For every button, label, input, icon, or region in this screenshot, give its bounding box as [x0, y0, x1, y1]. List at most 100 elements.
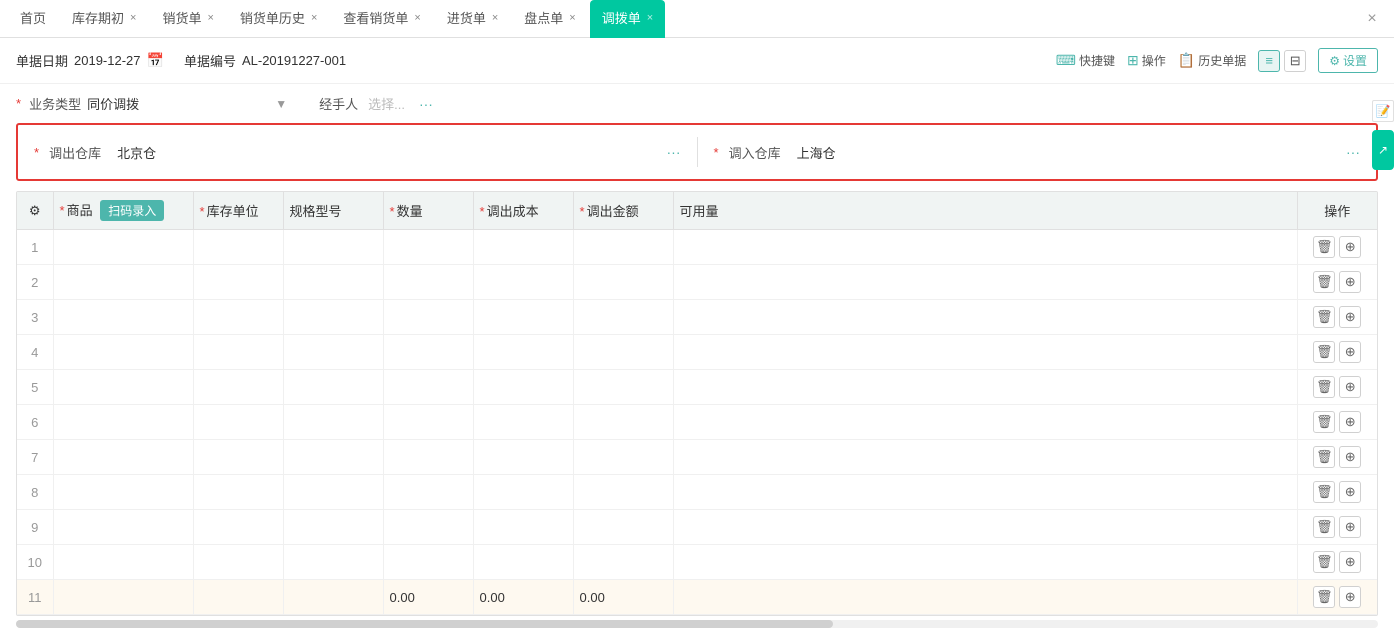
row-delete-btn-4[interactable]: 🗑 [1313, 341, 1335, 363]
row-copy-btn-2[interactable]: ⊕ [1339, 271, 1361, 293]
shortcuts-btn[interactable]: ⌨ 快捷键 [1056, 52, 1115, 69]
person-select[interactable]: 选择... [368, 94, 405, 113]
row-available-5[interactable] [673, 370, 1297, 405]
business-type-select[interactable]: 同价调拨 ▼ [87, 94, 287, 113]
row-copy-btn-8[interactable]: ⊕ [1339, 481, 1361, 503]
subtotal-delete-btn[interactable]: 🗑 [1313, 586, 1335, 608]
row-goods-1[interactable] [53, 230, 193, 265]
tab-sales-order[interactable]: 销货单 × [150, 0, 225, 38]
row-goods-4[interactable] [53, 335, 193, 370]
row-cost-4[interactable] [473, 335, 573, 370]
row-copy-btn-9[interactable]: ⊕ [1339, 516, 1361, 538]
tab-stocktake[interactable]: 盘点单 × [512, 0, 587, 38]
row-available-3[interactable] [673, 300, 1297, 335]
row-delete-btn-5[interactable]: 🗑 [1313, 376, 1335, 398]
row-unit-3[interactable] [193, 300, 283, 335]
row-copy-btn-1[interactable]: ⊕ [1339, 236, 1361, 258]
row-amount-2[interactable] [573, 265, 673, 300]
row-delete-btn-1[interactable]: 🗑 [1313, 236, 1335, 258]
row-delete-btn-9[interactable]: 🗑 [1313, 516, 1335, 538]
tab-transfer-close[interactable]: × [647, 12, 653, 24]
tab-view-sales-close[interactable]: × [414, 12, 420, 24]
row-cost-10[interactable] [473, 545, 573, 580]
row-delete-btn-3[interactable]: 🗑 [1313, 306, 1335, 328]
row-qty-6[interactable] [383, 405, 473, 440]
row-qty-8[interactable] [383, 475, 473, 510]
business-type-dropdown-icon[interactable]: ▼ [275, 97, 287, 111]
row-amount-6[interactable] [573, 405, 673, 440]
row-copy-btn-3[interactable]: ⊕ [1339, 306, 1361, 328]
row-spec-3[interactable] [283, 300, 383, 335]
row-available-8[interactable] [673, 475, 1297, 510]
tab-purchase-order[interactable]: 进货单 × [435, 0, 510, 38]
tab-view-sales[interactable]: 查看销货单 × [331, 0, 432, 38]
row-amount-4[interactable] [573, 335, 673, 370]
row-unit-9[interactable] [193, 510, 283, 545]
row-goods-10[interactable] [53, 545, 193, 580]
row-goods-5[interactable] [53, 370, 193, 405]
settings-button[interactable]: ⚙ 设置 [1318, 48, 1378, 73]
subtotal-copy-btn[interactable]: ⊕ [1339, 586, 1361, 608]
row-unit-7[interactable] [193, 440, 283, 475]
tab-transfer[interactable]: 调拨单 × [590, 0, 665, 38]
horizontal-scrollbar[interactable] [16, 620, 1378, 628]
row-delete-btn-2[interactable]: 🗑 [1313, 271, 1335, 293]
row-cost-2[interactable] [473, 265, 573, 300]
row-cost-6[interactable] [473, 405, 573, 440]
row-available-9[interactable] [673, 510, 1297, 545]
row-amount-8[interactable] [573, 475, 673, 510]
row-delete-btn-7[interactable]: 🗑 [1313, 446, 1335, 468]
sidebar-note-btn[interactable]: 📝 [1372, 100, 1394, 122]
table-settings-icon[interactable]: ⚙ [29, 203, 41, 218]
row-unit-6[interactable] [193, 405, 283, 440]
sidebar-expand-btn[interactable]: ↗ [1372, 130, 1394, 170]
row-spec-5[interactable] [283, 370, 383, 405]
tab-inventory-init[interactable]: 库存期初 × [60, 0, 148, 38]
row-available-1[interactable] [673, 230, 1297, 265]
row-amount-9[interactable] [573, 510, 673, 545]
row-amount-1[interactable] [573, 230, 673, 265]
row-goods-6[interactable] [53, 405, 193, 440]
layout-btn-1[interactable]: ≡ [1258, 50, 1280, 72]
row-available-4[interactable] [673, 335, 1297, 370]
row-qty-1[interactable] [383, 230, 473, 265]
row-delete-btn-8[interactable]: 🗑 [1313, 481, 1335, 503]
row-qty-4[interactable] [383, 335, 473, 370]
row-spec-6[interactable] [283, 405, 383, 440]
row-qty-3[interactable] [383, 300, 473, 335]
row-unit-1[interactable] [193, 230, 283, 265]
row-delete-btn-10[interactable]: 🗑 [1313, 551, 1335, 573]
transfer-in-more-btn[interactable]: ··· [1346, 144, 1360, 160]
window-close-btn[interactable]: × [1358, 5, 1386, 33]
row-available-6[interactable] [673, 405, 1297, 440]
row-goods-9[interactable] [53, 510, 193, 545]
tab-sales-history-close[interactable]: × [311, 12, 317, 24]
scan-btn[interactable]: 扫码录入 [100, 200, 164, 221]
row-goods-2[interactable] [53, 265, 193, 300]
operations-btn[interactable]: ⊞ 操作 [1127, 52, 1166, 69]
row-qty-5[interactable] [383, 370, 473, 405]
row-available-10[interactable] [673, 545, 1297, 580]
tab-stocktake-close[interactable]: × [569, 12, 575, 24]
calendar-icon[interactable]: 📅 [147, 52, 164, 69]
row-goods-7[interactable] [53, 440, 193, 475]
row-goods-8[interactable] [53, 475, 193, 510]
row-available-2[interactable] [673, 265, 1297, 300]
tab-sales-history[interactable]: 销货单历史 × [228, 0, 329, 38]
row-cost-5[interactable] [473, 370, 573, 405]
row-unit-10[interactable] [193, 545, 283, 580]
row-spec-7[interactable] [283, 440, 383, 475]
row-spec-8[interactable] [283, 475, 383, 510]
row-unit-4[interactable] [193, 335, 283, 370]
scrollbar-thumb[interactable] [16, 620, 833, 628]
row-unit-5[interactable] [193, 370, 283, 405]
row-amount-5[interactable] [573, 370, 673, 405]
row-copy-btn-6[interactable]: ⊕ [1339, 411, 1361, 433]
row-amount-3[interactable] [573, 300, 673, 335]
row-qty-7[interactable] [383, 440, 473, 475]
tab-purchase-order-close[interactable]: × [492, 12, 498, 24]
row-copy-btn-10[interactable]: ⊕ [1339, 551, 1361, 573]
row-delete-btn-6[interactable]: 🗑 [1313, 411, 1335, 433]
row-copy-btn-5[interactable]: ⊕ [1339, 376, 1361, 398]
row-qty-9[interactable] [383, 510, 473, 545]
